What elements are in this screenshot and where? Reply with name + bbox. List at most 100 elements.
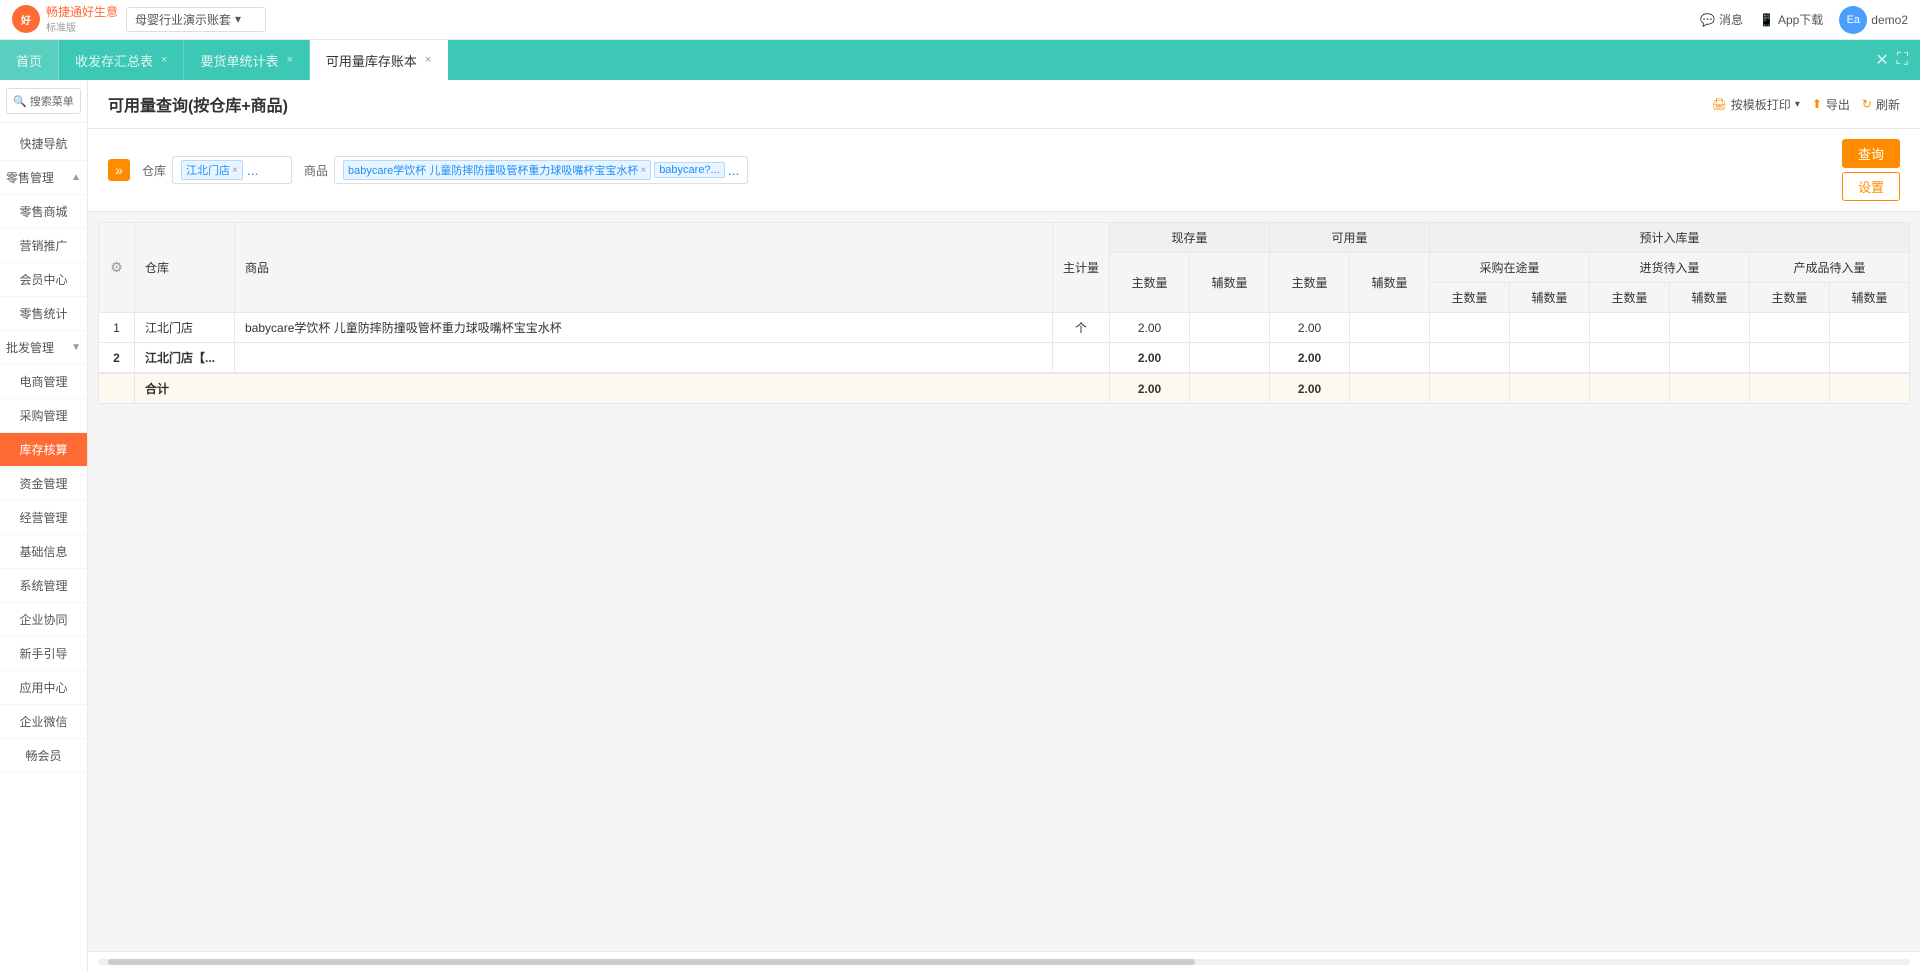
tab-order-stats[interactable]: 要货单统计表 × (184, 40, 309, 80)
sidebar-item-finance[interactable]: 资金管理 (0, 467, 87, 501)
product-filter-label: 商品 (304, 162, 328, 179)
tab-inventory-close[interactable]: × (425, 54, 431, 66)
message-button[interactable]: 💬 消息 (1700, 11, 1743, 28)
filter-actions: 查询 设置 (1842, 139, 1900, 201)
tab-collection[interactable]: 收发存汇总表 × (59, 40, 184, 80)
enterprise-label: 企业协同 (19, 611, 67, 628)
logo-sub: 标准版 (46, 19, 118, 34)
tab-home[interactable]: 首页 (0, 40, 59, 80)
logo-text-wrap: 畅捷通好生意 标准版 (46, 5, 118, 34)
th-available-group: 可用量 (1270, 223, 1430, 253)
row1-product: babycare学饮杯 儿童防摔防撞吸管杯重力球吸嘴杯宝宝水杯 (235, 313, 1053, 343)
top-bar-left: 好 畅捷通好生意 标准版 母婴行业演示账套 ▾ (12, 5, 266, 34)
th-main-unit: 主计量 (1052, 223, 1109, 313)
sidebar-item-quick-nav[interactable]: 快捷导航 (0, 127, 87, 161)
sidebar-item-vip[interactable]: 畅会员 (0, 739, 87, 773)
row2-index: 2 (99, 343, 135, 374)
download-icon: 📱 (1759, 13, 1774, 27)
row2-purchase-aux (1510, 343, 1590, 374)
member-label: 会员中心 (19, 271, 67, 288)
user-profile[interactable]: Ea demo2 (1839, 6, 1908, 34)
row1-purchase-aux (1510, 313, 1590, 343)
tab-order-stats-close[interactable]: × (286, 54, 292, 66)
total-stock-main: 2.00 (1110, 373, 1190, 404)
row1-inbound-aux (1670, 313, 1750, 343)
nav-right-icons: ✕ ⛶ (1863, 40, 1920, 80)
row1-warehouse: 江北门店 (135, 313, 235, 343)
th-avail-main: 主数量 (1270, 253, 1350, 313)
product-more-dots[interactable]: ... (728, 162, 740, 178)
sidebar-item-zero-stats[interactable]: 零售统计 (0, 297, 87, 331)
sidebar-item-operation[interactable]: 经营管理 (0, 501, 87, 535)
maximize-icon[interactable]: ⛶ (1897, 51, 1908, 69)
th-settings[interactable]: ⚙ (99, 223, 135, 313)
row2-unit (1052, 343, 1109, 374)
print-chevron-icon: ▾ (1795, 99, 1800, 110)
export-icon: ⬆ (1812, 97, 1822, 111)
product-tag-1-remove[interactable]: × (640, 165, 646, 176)
more-dots[interactable]: ... (247, 162, 259, 178)
avatar-initials: Ea (1847, 14, 1860, 26)
row2-stock-main: 2.00 (1110, 343, 1190, 374)
filter-expand-button[interactable]: » (108, 159, 130, 181)
sidebar-item-newbie[interactable]: 新手引导 (0, 637, 87, 671)
newbie-label: 新手引导 (19, 645, 67, 662)
th-product-waiting-main: 主数量 (1750, 283, 1830, 313)
sidebar-item-inventory[interactable]: 库存核算 (0, 433, 87, 467)
wechat-label: 企业微信 (19, 713, 67, 730)
th-purchase-transit-aux: 辅数量 (1510, 283, 1590, 313)
table-settings-icon[interactable]: ⚙ (110, 259, 123, 275)
total-row: 合计 2.00 2.00 (99, 373, 1910, 404)
row2-warehouse: 江北门店【... (135, 343, 235, 374)
total-product-main (1750, 373, 1830, 404)
print-button[interactable]: 🖨 按模板打印 ▾ (1712, 96, 1800, 113)
sidebar-item-zero-mall[interactable]: 零售商城 (0, 195, 87, 229)
sidebar-item-base-info[interactable]: 基础信息 (0, 535, 87, 569)
system-label: 系统管理 (19, 577, 67, 594)
sidebar-item-system[interactable]: 系统管理 (0, 569, 87, 603)
sidebar-item-batch[interactable]: 批发管理 ▼ (0, 331, 87, 365)
sidebar-item-member[interactable]: 会员中心 (0, 263, 87, 297)
finance-label: 资金管理 (19, 475, 67, 492)
row1-product-main (1750, 313, 1830, 343)
sidebar-item-wechat[interactable]: 企业微信 (0, 705, 87, 739)
username: demo2 (1871, 13, 1908, 27)
th-inbound-waiting-main: 主数量 (1590, 283, 1670, 313)
download-label: App下载 (1778, 11, 1823, 28)
data-table: ⚙ 仓库 商品 主计量 现存量 可用量 预计入库量 主数量 辅数量 主数量 辅数… (98, 222, 1910, 404)
search-menu-button[interactable]: 🔍 搜索菜单 (6, 88, 81, 114)
sidebar: 🔍 搜索菜单 快捷导航 零售管理 ▲ 零售商城 营销推广 会员中心 (0, 80, 88, 971)
app-download-button[interactable]: 📱 App下载 (1759, 11, 1823, 28)
industry-selector[interactable]: 母婴行业演示账套 ▾ (126, 7, 266, 32)
content-area: 可用量查询(按仓库+商品) 🖨 按模板打印 ▾ ⬆ 导出 ↻ 刷新 » (88, 80, 1920, 971)
sidebar-item-enterprise[interactable]: 企业协同 (0, 603, 87, 637)
zero-mall-label: 零售商城 (19, 203, 67, 220)
row1-product-aux (1830, 313, 1910, 343)
scrollbar-thumb[interactable] (108, 959, 1195, 965)
th-purchase-transit-main: 主数量 (1430, 283, 1510, 313)
th-inbound-waiting: 进货待入量 (1590, 253, 1750, 283)
product-filter-input[interactable]: babycare学饮杯 儿童防摔防撞吸管杯重力球吸嘴杯宝宝水杯 × babyca… (334, 156, 748, 184)
sidebar-item-app-center[interactable]: 应用中心 (0, 671, 87, 705)
row1-avail-main: 2.00 (1270, 313, 1350, 343)
sidebar-item-purchase[interactable]: 采购管理 (0, 399, 87, 433)
total-stock-aux (1190, 373, 1270, 404)
row2-avail-main: 2.00 (1270, 343, 1350, 374)
refresh-button[interactable]: ↻ 刷新 (1862, 96, 1900, 113)
tab-collection-label: 收发存汇总表 (75, 51, 153, 70)
close-window-icon[interactable]: ✕ (1875, 50, 1888, 70)
query-button[interactable]: 查询 (1842, 139, 1900, 168)
sidebar-item-marketing[interactable]: 营销推广 (0, 229, 87, 263)
total-empty-1 (99, 373, 135, 404)
tab-collection-close[interactable]: × (161, 54, 167, 66)
tab-inventory[interactable]: 可用量库存账本 × (310, 40, 448, 80)
row1-stock-aux (1190, 313, 1270, 343)
sidebar-item-ecommerce[interactable]: 电商管理 (0, 365, 87, 399)
tab-inventory-label: 可用量库存账本 (326, 51, 417, 70)
sidebar-item-zero-sales[interactable]: 零售管理 ▲ (0, 161, 87, 195)
warehouse-tag-remove[interactable]: × (232, 165, 238, 176)
export-button[interactable]: ⬆ 导出 (1812, 96, 1850, 113)
setting-button[interactable]: 设置 (1842, 172, 1900, 201)
warehouse-filter-input[interactable]: 江北门店 × ... (172, 156, 292, 184)
row1-unit: 个 (1052, 313, 1109, 343)
